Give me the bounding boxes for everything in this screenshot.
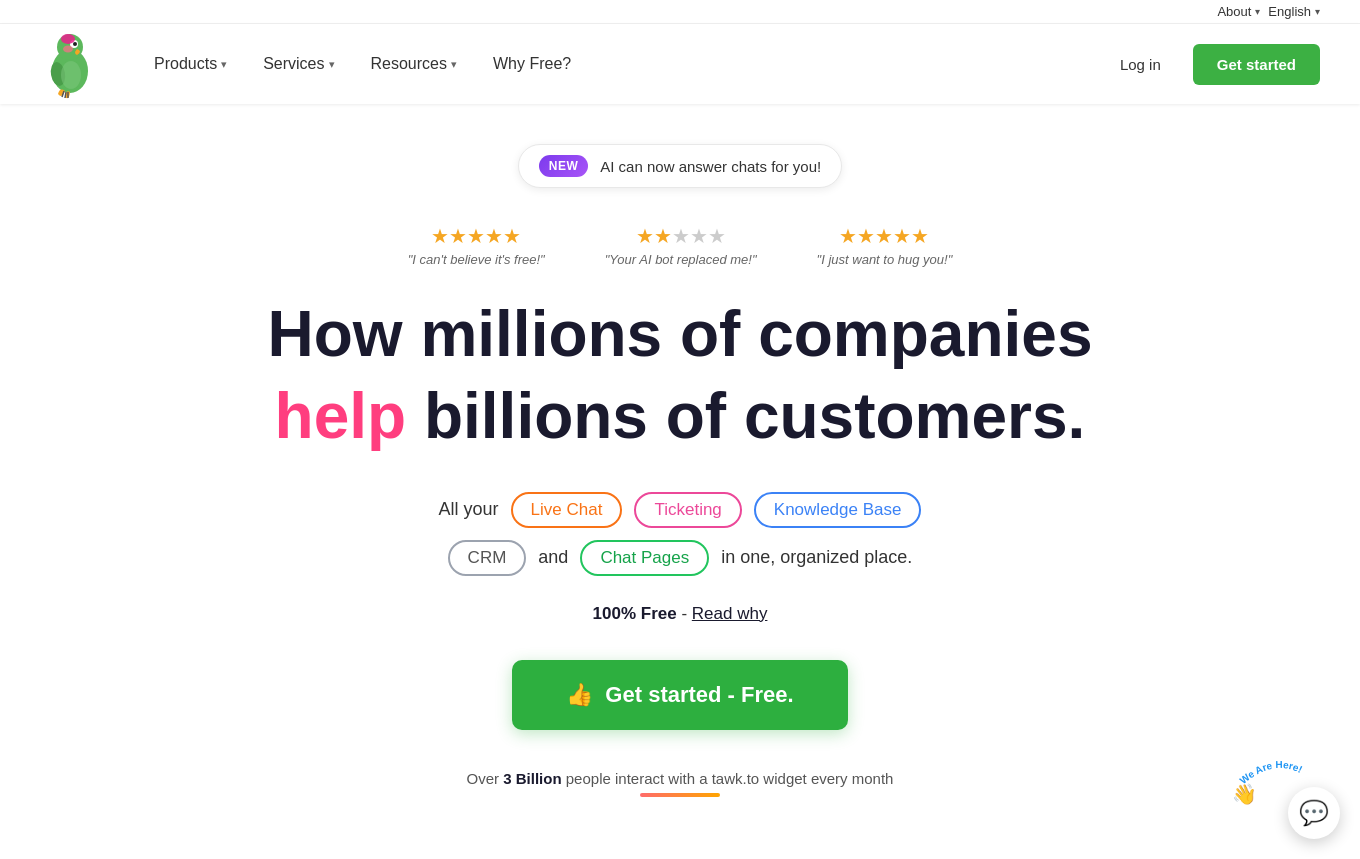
billion-suffix: people interact with a tawk.to widget ev…	[566, 770, 894, 787]
get-started-nav-button[interactable]: Get started	[1193, 44, 1320, 85]
hero-heading-line1: How millions of companies	[268, 299, 1093, 369]
login-button[interactable]: Log in	[1104, 48, 1177, 81]
navbar: Products ▾ Services ▾ Resources ▾ Why Fr…	[0, 24, 1360, 104]
in-one-text: in one, organized place.	[721, 547, 912, 568]
about-chevron-icon: ▾	[1255, 6, 1260, 17]
language-label: English	[1268, 4, 1311, 19]
logo-area[interactable]	[40, 29, 100, 99]
top-bar: About ▾ English ▾	[0, 0, 1360, 24]
about-label: About	[1217, 4, 1251, 19]
billion-prefix: Over	[467, 770, 500, 787]
billion-number: 3 Billion	[503, 770, 561, 787]
and-text: and	[538, 547, 568, 568]
tag-knowledge-base[interactable]: Knowledge Base	[754, 492, 922, 528]
tags-row-2: CRM and Chat Pages in one, organized pla…	[448, 540, 913, 576]
review-quote-1: "I can't believe it's free!"	[408, 252, 545, 267]
tags-area: All your Live Chat Ticketing Knowledge B…	[439, 492, 922, 576]
cta-get-started-button[interactable]: 👍 Get started - Free.	[512, 660, 847, 730]
hero-heading-line2: help billions of customers.	[275, 381, 1086, 451]
cta-button-label: Get started - Free.	[605, 682, 793, 708]
read-why-link[interactable]: Read why	[692, 604, 768, 623]
nav-products[interactable]: Products ▾	[140, 47, 241, 81]
billion-line: Over 3 Billion people interact with a ta…	[467, 770, 894, 787]
banner-message: AI can now answer chats for you!	[600, 158, 821, 175]
nav-services-label: Services	[263, 55, 324, 73]
language-chevron-icon: ▾	[1315, 6, 1320, 17]
logo-parrot-icon	[40, 29, 100, 99]
hero-line2-suffix: billions of customers.	[406, 380, 1085, 452]
hero-section: NEW AI can now answer chats for you! ★★★…	[0, 104, 1360, 857]
wave-hand-icon: 👋	[1232, 782, 1257, 806]
tag-ticketing[interactable]: Ticketing	[634, 492, 741, 528]
nav-why-free-label: Why Free?	[493, 55, 571, 73]
hero-highlight-word: help	[275, 380, 407, 452]
nav-links: Products ▾ Services ▾ Resources ▾ Why Fr…	[140, 47, 1104, 81]
we-are-here-badge: We Are Here! 👋	[1230, 743, 1330, 802]
nav-why-free[interactable]: Why Free?	[479, 47, 585, 81]
review-item-1: ★★★★★ "I can't believe it's free!"	[408, 224, 545, 267]
new-badge: NEW	[539, 155, 589, 177]
review-quote-2: "Your AI bot replaced me!"	[605, 252, 757, 267]
reviews-row: ★★★★★ "I can't believe it's free!" ★★★★★…	[408, 224, 953, 267]
products-chevron-icon: ▾	[221, 58, 227, 71]
svg-point-7	[61, 34, 75, 44]
tag-chat-pages[interactable]: Chat Pages	[580, 540, 709, 576]
svg-point-3	[73, 42, 77, 46]
review-item-3: ★★★★★ "I just want to hug you!"	[817, 224, 953, 267]
wave-decoration	[640, 793, 720, 797]
stars-2: ★★★★★	[636, 224, 726, 248]
about-menu[interactable]: About ▾	[1217, 4, 1260, 19]
nav-services[interactable]: Services ▾	[249, 47, 348, 81]
svg-point-6	[61, 61, 81, 89]
stars-1: ★★★★★	[431, 224, 521, 248]
review-item-2: ★★★★★ "Your AI bot replaced me!"	[605, 224, 757, 267]
tags-row-1: All your Live Chat Ticketing Knowledge B…	[439, 492, 922, 528]
resources-chevron-icon: ▾	[451, 58, 457, 71]
new-banner[interactable]: NEW AI can now answer chats for you!	[518, 144, 842, 188]
free-text: 100% Free	[593, 604, 677, 623]
chat-bubble-icon: 💬	[1299, 799, 1329, 827]
all-your-text: All your	[439, 499, 499, 520]
free-line: 100% Free - Read why	[593, 604, 768, 624]
nav-resources-label: Resources	[371, 55, 447, 73]
language-menu[interactable]: English ▾	[1268, 4, 1320, 19]
nav-products-label: Products	[154, 55, 217, 73]
review-quote-3: "I just want to hug you!"	[817, 252, 953, 267]
svg-point-4	[63, 46, 73, 53]
nav-auth: Log in Get started	[1104, 44, 1320, 85]
thumbs-up-icon: 👍	[566, 682, 593, 708]
tag-crm[interactable]: CRM	[448, 540, 527, 576]
free-separator: -	[681, 604, 691, 623]
stars-3: ★★★★★	[839, 224, 929, 248]
chat-widget: We Are Here! 👋 💬	[1230, 743, 1340, 839]
services-chevron-icon: ▾	[329, 58, 335, 71]
nav-resources[interactable]: Resources ▾	[357, 47, 471, 81]
tag-live-chat[interactable]: Live Chat	[511, 492, 623, 528]
